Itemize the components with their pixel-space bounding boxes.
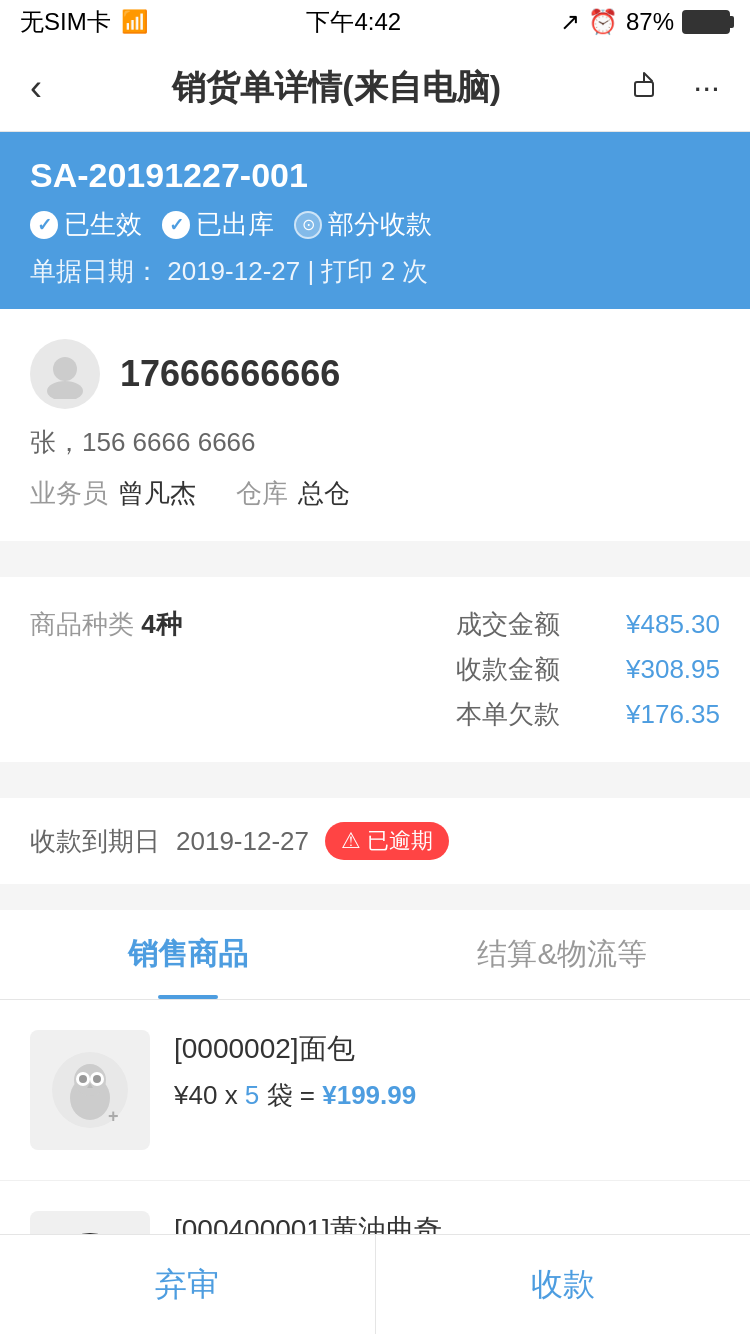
warehouse-meta: 仓库 总仓 [236, 476, 350, 511]
payment-due-section: 收款到期日 2019-12-27 ⚠ 已逾期 [0, 798, 750, 884]
salesperson-meta: 业务员 曾凡杰 [30, 476, 196, 511]
product-total-1: ¥199.99 [322, 1080, 416, 1110]
svg-point-9 [93, 1075, 101, 1083]
stats-right: 成交金额 ¥485.30 收款金额 ¥308.95 本单欠款 ¥176.35 [456, 607, 720, 732]
status-partial: ⊙ 部分收款 [294, 207, 432, 242]
divider-2 [0, 782, 750, 798]
payment-due-date: 2019-12-27 [176, 826, 309, 857]
cancel-review-button[interactable]: 弃审 [0, 1235, 376, 1334]
customer-header: 17666666666 [30, 339, 720, 409]
svg-point-2 [47, 381, 83, 399]
check-icon-2: ✓ [162, 211, 190, 239]
product-qty-1: 5 [245, 1080, 259, 1110]
order-header: SA-20191227-001 ✓ 已生效 ✓ 已出库 ⊙ 部分收款 单据日期：… [0, 132, 750, 309]
warning-icon: ⚠ [341, 828, 361, 854]
stats-section: 商品种类 4种 成交金额 ¥485.30 收款金额 ¥308.95 本单欠款 ¥… [0, 577, 750, 762]
check-icon-1: ✓ [30, 211, 58, 239]
table-row: + [0000002]面包 ¥40 x 5 袋 = ¥199.99 [0, 1000, 750, 1181]
svg-rect-0 [635, 82, 653, 96]
svg-point-1 [53, 357, 77, 381]
svg-text:+: + [108, 1106, 119, 1126]
wifi-icon: 📶 [121, 9, 148, 35]
deal-amount-value: ¥485.30 [580, 609, 720, 640]
status-time: 下午4:42 [306, 6, 401, 38]
payment-due-label: 收款到期日 [30, 824, 160, 859]
owed-value: ¥176.35 [580, 699, 720, 730]
warehouse-value: 总仓 [298, 476, 350, 511]
sim-label: 无SIM卡 [20, 6, 111, 38]
clock-icon: ⊙ [294, 211, 322, 239]
overdue-badge: ⚠ 已逾期 [325, 822, 449, 860]
back-button[interactable]: ‹ [30, 67, 42, 109]
customer-name: 张，156 6666 6666 [30, 425, 720, 460]
status-left: 无SIM卡 📶 [20, 6, 148, 38]
more-icon[interactable]: ··· [693, 69, 720, 106]
product-types-count: 4种 [141, 609, 181, 639]
battery-level: 87% [626, 8, 674, 36]
nav-bar: ‹ 销货单详情(来自电脑) ··· [0, 44, 750, 132]
page-title: 销货单详情(来自电脑) [172, 65, 501, 111]
product-image-1: + [30, 1030, 150, 1150]
collect-payment-button[interactable]: 收款 [376, 1235, 751, 1334]
customer-meta: 业务员 曾凡杰 仓库 总仓 [30, 476, 720, 511]
status-bar: 无SIM卡 📶 下午4:42 ↗ ⏰ 87% [0, 0, 750, 44]
stats-left: 商品种类 4种 [30, 607, 182, 642]
collected-row: 收款金额 ¥308.95 [456, 652, 720, 687]
tab-products[interactable]: 销售商品 [0, 910, 375, 999]
status-right: ↗ ⏰ 87% [560, 8, 730, 36]
order-status: ✓ 已生效 ✓ 已出库 ⊙ 部分收款 [30, 207, 720, 242]
status-shipped: ✓ 已出库 [162, 207, 274, 242]
product-info-1: [0000002]面包 ¥40 x 5 袋 = ¥199.99 [174, 1030, 720, 1113]
customer-id: 17666666666 [120, 353, 340, 395]
status-effective: ✓ 已生效 [30, 207, 142, 242]
divider-1 [0, 561, 750, 577]
bottom-actions: 弃审 收款 [0, 1234, 750, 1334]
deal-amount-row: 成交金额 ¥485.30 [456, 607, 720, 642]
alarm-icon: ⏰ [588, 8, 618, 36]
battery-icon [682, 10, 730, 34]
overdue-label: 已逾期 [367, 826, 433, 856]
salesperson-value: 曾凡杰 [118, 476, 196, 511]
location-icon: ↗ [560, 8, 580, 36]
divider-3 [0, 894, 750, 910]
product-price-1: ¥40 x 5 袋 = ¥199.99 [174, 1078, 720, 1113]
order-date: 单据日期： 2019-12-27 | 打印 2 次 [30, 254, 720, 289]
svg-point-8 [79, 1075, 87, 1083]
order-id: SA-20191227-001 [30, 156, 720, 195]
product-name-1: [0000002]面包 [174, 1030, 720, 1068]
avatar [30, 339, 100, 409]
tabs-section: 销售商品 结算&物流等 [0, 910, 750, 1000]
customer-section: 17666666666 张，156 6666 6666 业务员 曾凡杰 仓库 总… [0, 309, 750, 541]
tab-settlement[interactable]: 结算&物流等 [375, 910, 750, 999]
share-icon[interactable] [631, 68, 663, 108]
collected-value: ¥308.95 [580, 654, 720, 685]
owed-row: 本单欠款 ¥176.35 [456, 697, 720, 732]
nav-actions: ··· [631, 68, 720, 108]
